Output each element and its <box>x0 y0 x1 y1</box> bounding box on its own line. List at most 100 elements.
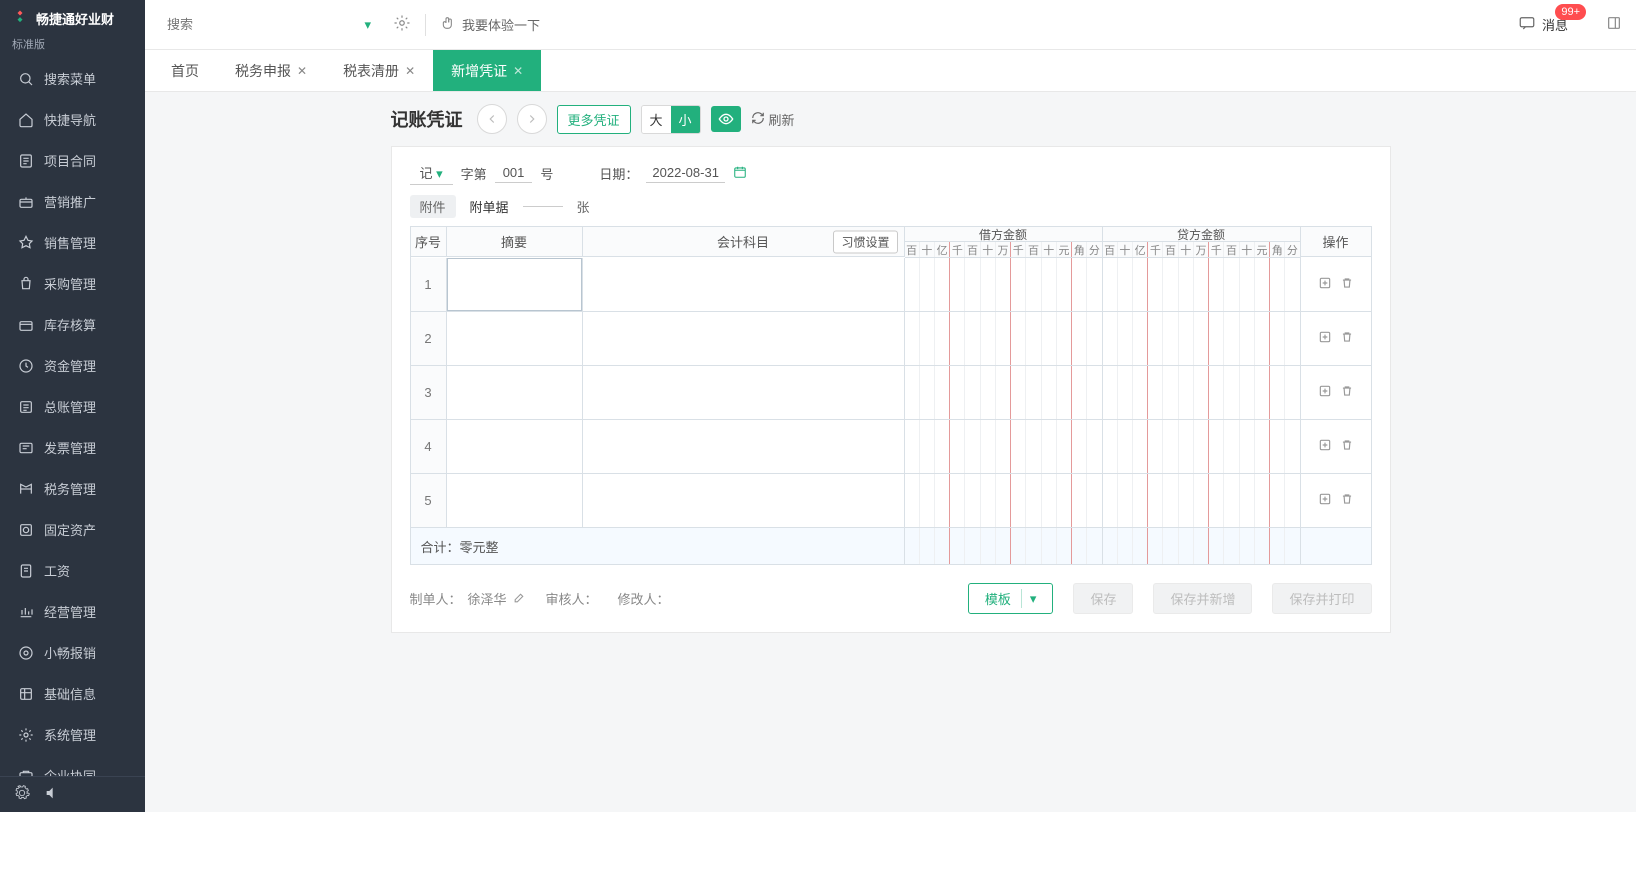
sidebar-item[interactable]: 企业协同 <box>0 755 145 776</box>
calendar-icon[interactable] <box>733 165 747 182</box>
add-row-icon[interactable] <box>1318 276 1332 293</box>
delete-row-icon[interactable] <box>1340 384 1354 401</box>
delete-row-icon[interactable] <box>1340 330 1354 347</box>
save-new-button[interactable]: 保存并新增 <box>1153 583 1252 614</box>
template-button[interactable]: 模板▾ <box>968 583 1054 614</box>
gear-icon[interactable] <box>393 14 411 35</box>
sound-icon[interactable] <box>44 785 60 804</box>
sheet-count-input[interactable] <box>523 206 563 207</box>
panel-toggle-icon[interactable] <box>1606 15 1622 34</box>
save-print-button[interactable]: 保存并打印 <box>1272 583 1371 614</box>
sidebar-item-label: 销售管理 <box>44 233 96 252</box>
modifier: 修改人： <box>618 589 670 608</box>
add-row-icon[interactable] <box>1318 438 1332 455</box>
sidebar-item[interactable]: 基础信息 <box>0 673 145 714</box>
size-small-button[interactable]: 小 <box>671 106 700 133</box>
voucher-type-select[interactable]: 记 ▾ <box>410 161 453 185</box>
chevron-down-icon[interactable]: ▾ <box>1022 591 1037 607</box>
cell-debit[interactable] <box>905 258 1103 312</box>
tab[interactable]: 税务申报✕ <box>217 50 325 91</box>
voucher-number-input[interactable]: 001 <box>495 163 533 183</box>
cell-debit[interactable] <box>905 366 1103 420</box>
size-large-button[interactable]: 大 <box>642 106 671 133</box>
sidebar-item[interactable]: 营销推广 <box>0 181 145 222</box>
delete-row-icon[interactable] <box>1340 492 1354 509</box>
sidebar-item[interactable]: 工资 <box>0 550 145 591</box>
sidebar-item[interactable]: 项目合同 <box>0 140 145 181</box>
delete-row-icon[interactable] <box>1340 276 1354 293</box>
tab[interactable]: 税表清册✕ <box>325 50 433 91</box>
cell-abstract[interactable] <box>447 366 583 420</box>
tab[interactable]: 新增凭证 ✕ <box>433 50 541 91</box>
close-icon[interactable]: ✕ <box>405 64 415 78</box>
sidebar-item-label: 库存核算 <box>44 315 96 334</box>
abstract-input[interactable] <box>447 258 582 311</box>
sidebar-item[interactable]: 固定资产 <box>0 509 145 550</box>
close-icon[interactable]: ✕ <box>513 64 523 78</box>
cell-debit[interactable] <box>905 312 1103 366</box>
sidebar-item[interactable]: 系统管理 <box>0 714 145 755</box>
add-row-icon[interactable] <box>1318 330 1332 347</box>
cell-abstract[interactable] <box>447 258 583 312</box>
chevron-down-icon[interactable]: ▾ <box>364 17 371 33</box>
row-index: 3 <box>411 366 447 420</box>
sidebar-item[interactable]: 小畅报销 <box>0 632 145 673</box>
th-abstract: 摘要 <box>447 227 583 257</box>
page-title: 记账凭证 <box>391 106 463 132</box>
sidebar-footer <box>0 776 145 812</box>
sidebar-item-label: 快捷导航 <box>44 110 96 129</box>
message-badge: 99+ <box>1555 4 1586 20</box>
preview-button[interactable] <box>711 106 741 132</box>
sidebar-item[interactable]: 资金管理 <box>0 345 145 386</box>
tab[interactable]: 首页 <box>153 50 217 91</box>
cell-subject[interactable] <box>583 366 905 420</box>
cell-credit[interactable] <box>1103 366 1301 420</box>
cell-credit[interactable] <box>1103 258 1301 312</box>
table-header: 序号 摘要 会计科目 习惯设置 借方金额 百十亿千百十万千百十元角分 <box>411 227 1371 258</box>
sidebar-item[interactable]: 快捷导航 <box>0 99 145 140</box>
cell-subject[interactable] <box>583 420 905 474</box>
sidebar-icon <box>18 768 34 777</box>
cell-credit[interactable] <box>1103 312 1301 366</box>
cell-subject[interactable] <box>583 474 905 528</box>
cell-debit[interactable] <box>905 474 1103 528</box>
sidebar-item[interactable]: 税务管理 <box>0 468 145 509</box>
attachment-button[interactable]: 附件 <box>410 195 456 218</box>
table-total-row: 合计：零元整 <box>411 528 1371 564</box>
table-row: 1 <box>411 258 1371 312</box>
delete-row-icon[interactable] <box>1340 438 1354 455</box>
cell-subject[interactable] <box>583 258 905 312</box>
cell-abstract[interactable] <box>447 420 583 474</box>
message-button[interactable]: 消息 99+ <box>1518 14 1568 35</box>
add-row-icon[interactable] <box>1318 492 1332 509</box>
cell-abstract[interactable] <box>447 474 583 528</box>
next-button[interactable] <box>517 104 547 134</box>
sidebar-item[interactable]: 发票管理 <box>0 427 145 468</box>
table-row: 4 <box>411 420 1371 474</box>
sidebar-item[interactable]: 搜索菜单 <box>0 58 145 99</box>
more-voucher-button[interactable]: 更多凭证 <box>557 105 631 134</box>
sidebar-item[interactable]: 销售管理 <box>0 222 145 263</box>
sidebar-item[interactable]: 库存核算 <box>0 304 145 345</box>
try-link[interactable]: 我要体验一下 <box>440 15 540 34</box>
sidebar-item[interactable]: 经营管理 <box>0 591 145 632</box>
prev-button[interactable] <box>477 104 507 134</box>
date-value[interactable]: 2022-08-31 <box>646 163 725 183</box>
cell-abstract[interactable] <box>447 312 583 366</box>
sidebar-item-label: 工资 <box>44 561 70 580</box>
cell-credit[interactable] <box>1103 474 1301 528</box>
sidebar-item[interactable]: 总账管理 <box>0 386 145 427</box>
search-input[interactable] <box>167 17 358 32</box>
refresh-button[interactable]: 刷新 <box>751 110 795 129</box>
close-icon[interactable]: ✕ <box>297 64 307 78</box>
cell-subject[interactable] <box>583 312 905 366</box>
settings-icon[interactable] <box>14 785 30 804</box>
habit-settings-button[interactable]: 习惯设置 <box>833 230 897 253</box>
save-button[interactable]: 保存 <box>1073 583 1133 614</box>
tab-label: 新增凭证 <box>451 61 507 81</box>
cell-credit[interactable] <box>1103 420 1301 474</box>
sidebar-item[interactable]: 采购管理 <box>0 263 145 304</box>
edit-maker-icon[interactable] <box>513 591 526 607</box>
add-row-icon[interactable] <box>1318 384 1332 401</box>
cell-debit[interactable] <box>905 420 1103 474</box>
